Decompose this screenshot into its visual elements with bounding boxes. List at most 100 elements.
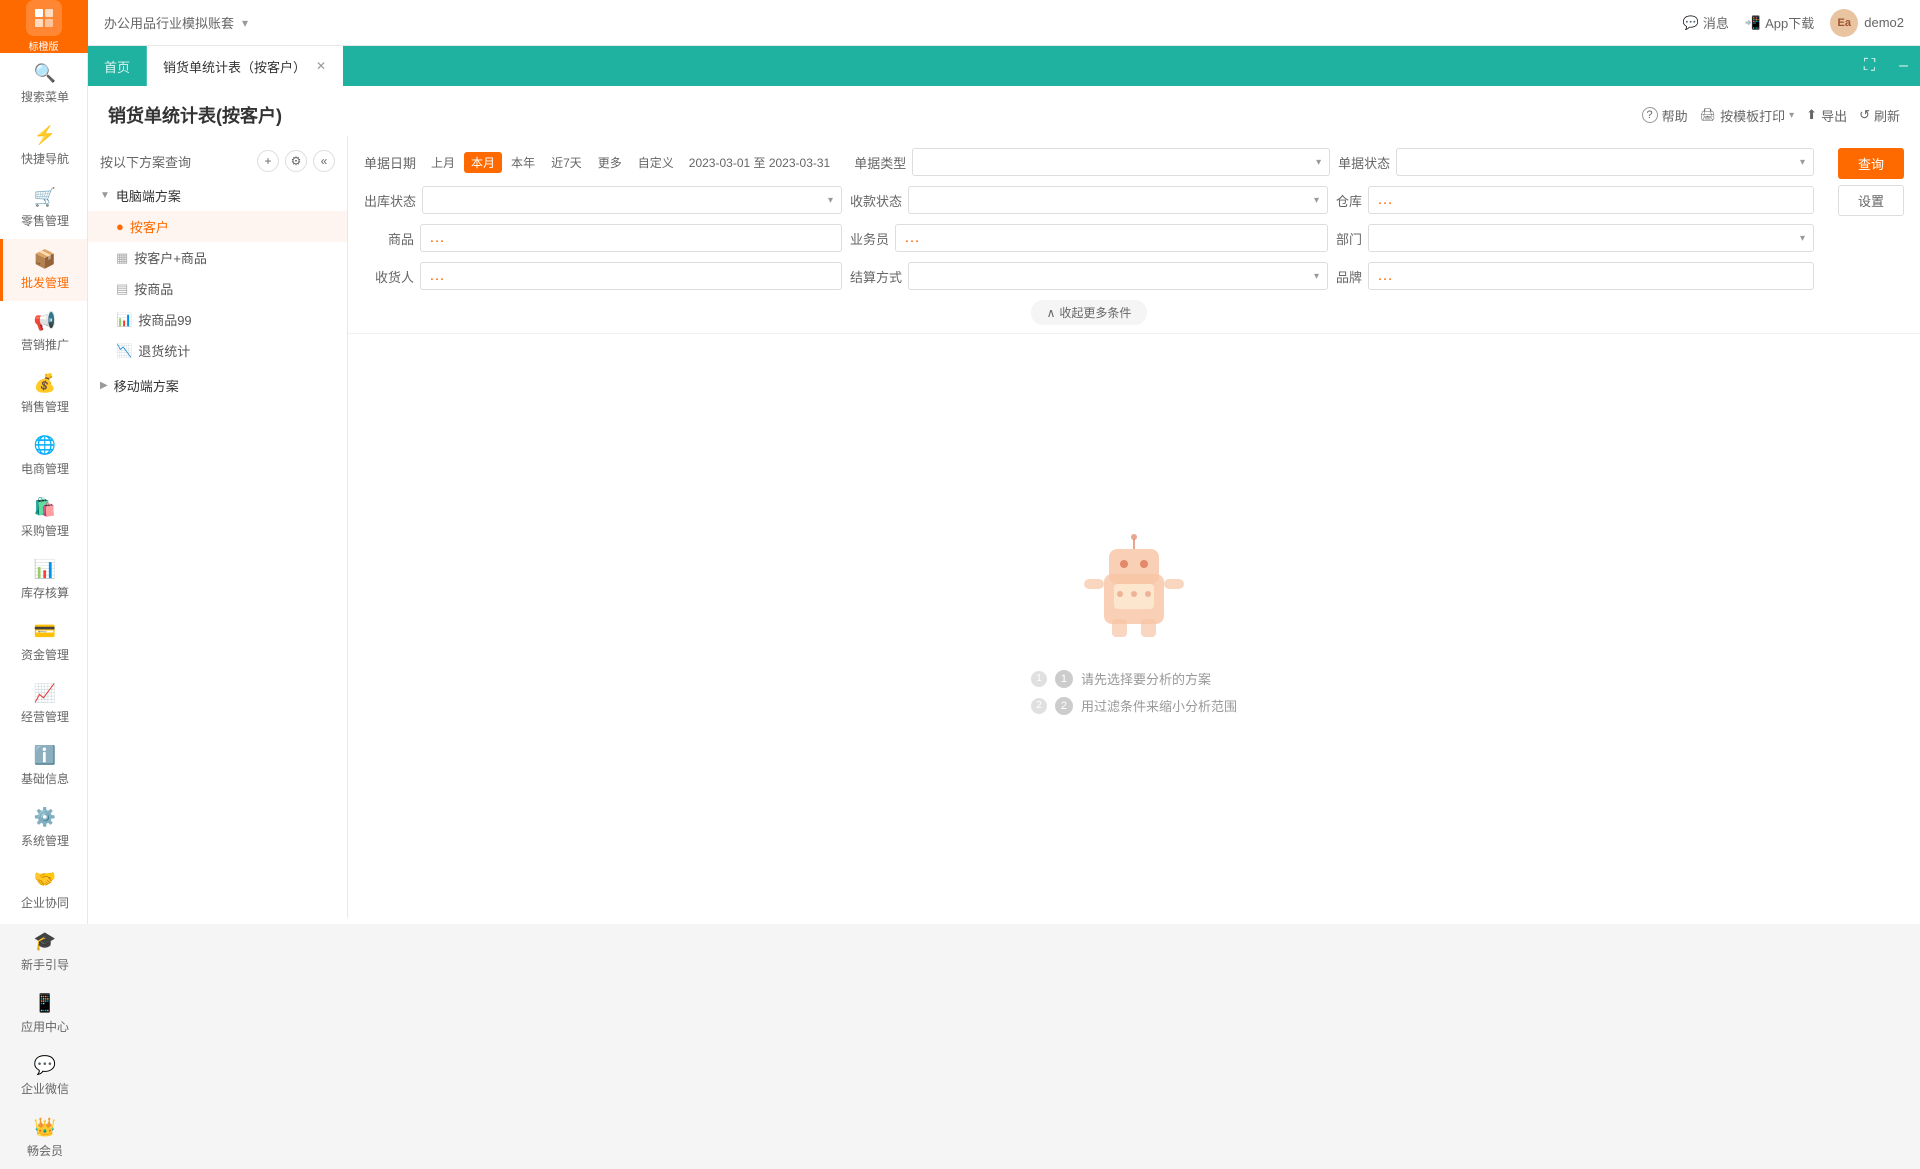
empty-tips: 1 请先选择要分析的方案 2 用过滤条件来缩小分析范围: [1031, 669, 1237, 723]
action-buttons: 查询 设置: [1826, 148, 1904, 325]
tip-2-badge: 2: [1055, 697, 1073, 715]
sidebar-item-search-label: 搜索菜单: [21, 88, 69, 105]
marketing-icon: 📢: [34, 311, 56, 332]
by-customer-label: 按客户: [130, 217, 169, 236]
tab-expand-icon[interactable]: ⛶: [1852, 57, 1887, 75]
sidebar-item-ecommerce[interactable]: 🌐 电商管理: [0, 425, 87, 487]
tab-sales-stat[interactable]: 销货单统计表（按客户） ✕: [147, 46, 343, 86]
desktop-section-arrow: ▼: [100, 190, 110, 201]
date-range-display: 2023-03-01 至 2023-03-31: [689, 154, 830, 171]
export-button[interactable]: ⬆ 导出: [1806, 106, 1847, 125]
scheme-add-button[interactable]: +: [257, 150, 279, 172]
sidebar-item-system-label: 系统管理: [21, 832, 69, 849]
filter-row-4: 收货人 … 结算方式 ▾: [364, 262, 1814, 290]
receiver-input[interactable]: …: [420, 262, 842, 290]
doc-type-dropdown-icon: ▾: [1316, 157, 1321, 168]
user-profile[interactable]: Ea demo2: [1830, 9, 1904, 37]
help-button[interactable]: ? 帮助: [1642, 106, 1688, 125]
template-print-button[interactable]: 🖨 按模板打印 ▾: [1700, 106, 1795, 125]
date-option-custom[interactable]: 自定义: [631, 152, 681, 173]
staff-input[interactable]: …: [895, 224, 1328, 252]
out-status-select[interactable]: ▾: [422, 186, 842, 214]
scheme-item-return-stat[interactable]: 📉 退货统计: [88, 335, 347, 366]
by-goods-icon: ▤: [116, 281, 128, 297]
doc-status-select[interactable]: ▾: [1396, 148, 1814, 176]
sidebar-item-quick-nav[interactable]: ⚡ 快捷导航: [0, 115, 87, 177]
collapse-label: 收起更多条件: [1059, 304, 1131, 321]
scheme-section-desktop-title[interactable]: ▼ 电脑端方案: [88, 180, 347, 211]
doc-status-dropdown-icon: ▾: [1800, 157, 1805, 168]
scheme-item-by-goods[interactable]: ▤ 按商品: [88, 273, 347, 304]
empty-tip-2: 2 用过滤条件来缩小分析范围: [1031, 696, 1237, 715]
sidebar-item-enterprise[interactable]: 🤝 企业协同: [0, 859, 87, 921]
sidebar-item-wholesale[interactable]: 📦 批发管理: [0, 239, 87, 301]
date-option-last-month[interactable]: 上月: [424, 152, 462, 173]
app-download-label: App下载: [1765, 13, 1814, 32]
sidebar-item-member[interactable]: 👑 畅会员: [0, 1107, 87, 1169]
sidebar-logo-text: 标橙版: [29, 38, 59, 53]
sidebar-item-inventory[interactable]: 📊 库存核算: [0, 549, 87, 611]
brand-filter: 品牌 …: [1336, 262, 1814, 290]
avatar-text: Ea: [1838, 17, 1851, 29]
sidebar-item-basic[interactable]: ℹ️ 基础信息: [0, 735, 87, 797]
warehouse-filter: 仓库 …: [1336, 186, 1814, 214]
message-action[interactable]: 💬 消息: [1683, 13, 1729, 32]
settings-button[interactable]: 设置: [1838, 185, 1904, 216]
customer-goods-label: 按客户+商品: [134, 248, 207, 267]
doc-status-label: 单据状态: [1338, 153, 1390, 172]
sidebar-item-retail[interactable]: 🛒 零售管理: [0, 177, 87, 239]
sidebar-item-wechat[interactable]: 💬 企业微信: [0, 1045, 87, 1107]
tab-minimize-icon[interactable]: –: [1887, 57, 1920, 75]
doc-type-label: 单据类型: [854, 153, 906, 172]
date-option-last-7[interactable]: 近7天: [544, 152, 589, 173]
scheme-collapse-button[interactable]: «: [313, 150, 335, 172]
query-button[interactable]: 查询: [1838, 148, 1904, 179]
scheme-section-mobile-title[interactable]: ▶ 移动端方案: [88, 370, 347, 401]
collapse-button[interactable]: ∧ 收起更多条件: [1031, 300, 1148, 325]
payment-method-select[interactable]: ▾: [908, 262, 1328, 290]
tab-sales-stat-label: 销货单统计表（按客户）: [163, 57, 306, 76]
enterprise-icon: 🤝: [34, 869, 56, 890]
print-icon: 🖨: [1700, 107, 1717, 123]
tab-home[interactable]: 首页: [88, 46, 147, 86]
logo-icon: [26, 0, 62, 36]
date-option-this-month[interactable]: 本月: [464, 152, 502, 173]
sidebar-item-marketing[interactable]: 📢 营销推广: [0, 301, 87, 363]
desktop-section-label: 电脑端方案: [116, 186, 181, 205]
by-goods-99-icon: 📊: [116, 312, 132, 328]
doc-status-filter: 单据状态 ▾: [1338, 148, 1814, 176]
scheme-section-mobile: ▶ 移动端方案: [88, 370, 347, 401]
filter-results-area: 单据日期 上月 本月 本年 近7天 更多 自定义 2023-03-01 至 20…: [348, 136, 1920, 918]
sidebar-item-operations[interactable]: 📈 经营管理: [0, 673, 87, 735]
doc-type-select[interactable]: ▾: [912, 148, 1330, 176]
warehouse-label: 仓库: [1336, 191, 1362, 210]
sidebar-item-quick-nav-label: 快捷导航: [21, 150, 69, 167]
export-icon: ⬆: [1806, 107, 1817, 123]
header-dropdown-icon[interactable]: ▾: [242, 16, 248, 30]
sidebar-item-sales[interactable]: 💰 销售管理: [0, 363, 87, 425]
scheme-item-by-goods-99[interactable]: 📊 按商品99: [88, 304, 347, 335]
scheme-item-customer-goods[interactable]: ▦ 按客户+商品: [88, 242, 347, 273]
app-download-icon: 📲: [1745, 15, 1761, 31]
date-option-this-year[interactable]: 本年: [504, 152, 542, 173]
sidebar-item-search[interactable]: 🔍 搜索菜单: [0, 53, 87, 115]
warehouse-input[interactable]: …: [1368, 186, 1814, 214]
payment-status-select[interactable]: ▾: [908, 186, 1328, 214]
dept-select[interactable]: ▾: [1368, 224, 1814, 252]
sidebar-item-system[interactable]: ⚙️ 系统管理: [0, 797, 87, 859]
sidebar-item-finance[interactable]: 💳 资金管理: [0, 611, 87, 673]
message-label: 消息: [1703, 13, 1729, 32]
brand-input[interactable]: …: [1368, 262, 1814, 290]
app-download-action[interactable]: 📲 App下载: [1745, 13, 1814, 32]
refresh-button[interactable]: ↺ 刷新: [1859, 106, 1900, 125]
sidebar-item-newbie[interactable]: 🎓 新手引导: [0, 921, 87, 983]
doc-type-filter: 单据类型 ▾: [854, 148, 1330, 176]
goods-input[interactable]: …: [420, 224, 842, 252]
date-option-more[interactable]: 更多: [591, 152, 629, 173]
scheme-settings-button[interactable]: ⚙: [285, 150, 307, 172]
receiver-filter: 收货人 …: [364, 262, 842, 290]
sidebar-item-purchase[interactable]: 🛍️ 采购管理: [0, 487, 87, 549]
scheme-item-by-customer[interactable]: ● 按客户: [88, 211, 347, 242]
sidebar-item-apps[interactable]: 📱 应用中心: [0, 983, 87, 1045]
tab-close-icon[interactable]: ✕: [316, 59, 326, 73]
